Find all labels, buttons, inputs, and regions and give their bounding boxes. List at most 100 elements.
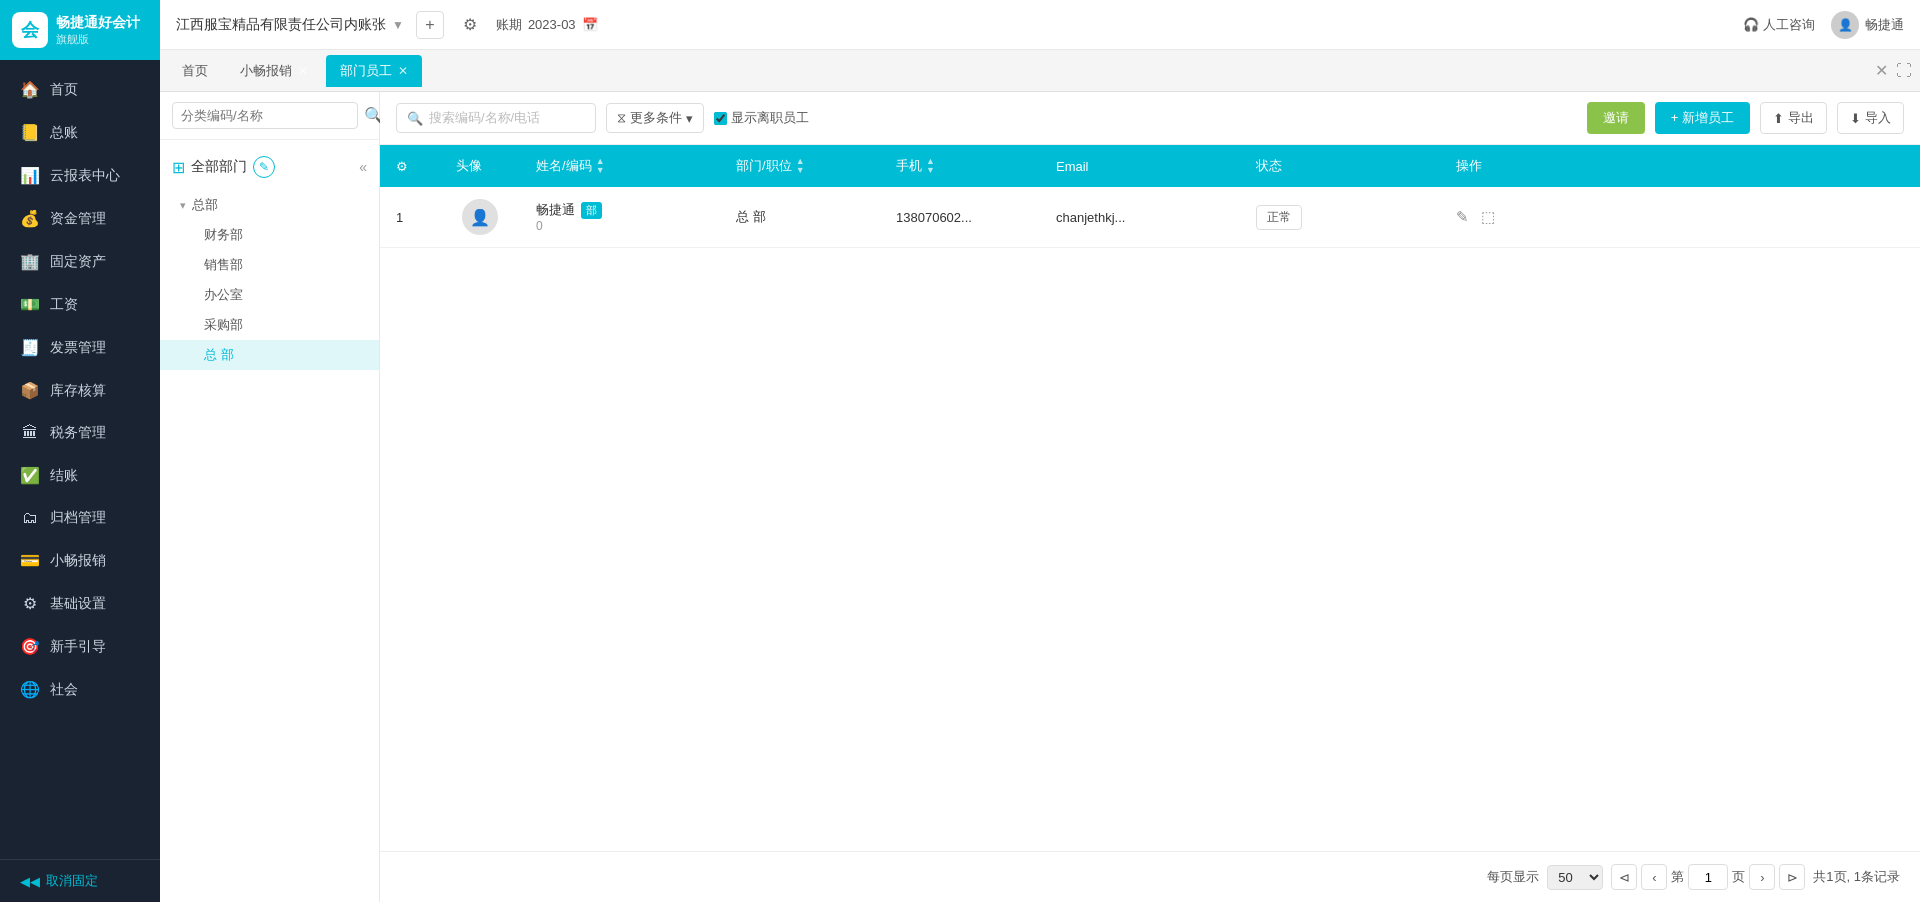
settings-gear-button[interactable]: ⚙ xyxy=(456,11,484,39)
tab-close-icon[interactable]: ✕ xyxy=(398,64,408,78)
sidebar-item-salary[interactable]: 💵 工资 xyxy=(0,283,160,326)
next-page-button[interactable]: › xyxy=(1749,864,1775,890)
dept-position: 总 部 xyxy=(736,209,766,224)
import-button[interactable]: ⬇ 导入 xyxy=(1837,102,1904,134)
dept-child-hq[interactable]: 总 部 xyxy=(160,340,379,370)
period-selector[interactable]: 账期 2023-03 📅 xyxy=(496,16,598,34)
th-name-label: 姓名/编码 xyxy=(536,157,592,175)
unpin-button[interactable]: ◀◀ 取消固定 xyxy=(0,859,160,902)
logo-icon: 会 xyxy=(12,12,48,48)
pagination-bar: 每页显示 50 10 20 100 ⊲ ‹ 第 页 › ⊳ 共1页, 1条记录 xyxy=(380,851,1920,902)
mobile-number: 138070602... xyxy=(896,210,972,225)
company-selector[interactable]: 江西服宝精品有限责任公司内账张 ▼ xyxy=(176,16,404,34)
user-menu-button[interactable]: 👤 畅捷通 xyxy=(1831,11,1904,39)
salary-icon: 💵 xyxy=(20,295,40,314)
sidebar-item-settings[interactable]: ⚙ 基础设置 xyxy=(0,582,160,625)
sidebar-item-reports[interactable]: 📊 云报表中心 xyxy=(0,154,160,197)
edit-icon[interactable]: ✎ xyxy=(1456,208,1469,226)
avatar: 👤 xyxy=(1831,11,1859,39)
th-avatar: 头像 xyxy=(440,145,520,187)
invite-button[interactable]: 邀请 xyxy=(1587,102,1645,134)
sidebar-item-inventory[interactable]: 📦 库存核算 xyxy=(0,369,160,412)
fund-icon: 💰 xyxy=(20,209,40,228)
fullscreen-icon[interactable]: ⛶ xyxy=(1896,62,1912,80)
dept-parent-hq[interactable]: 总部 xyxy=(160,190,379,220)
table-header-row: ⚙ 头像 姓名/编码 ▲▼ 部门/职位 xyxy=(380,145,1920,187)
sidebar-item-label: 小畅报销 xyxy=(50,552,106,570)
import-icon: ⬇ xyxy=(1850,111,1861,126)
headset-icon: 🎧 xyxy=(1743,17,1759,32)
th-actions: 操作 xyxy=(1440,145,1920,187)
search-placeholder-text: 搜索编码/名称/电话 xyxy=(429,109,540,127)
sidebar-item-assets[interactable]: 🏢 固定资产 xyxy=(0,240,160,283)
dept-badge: 部 xyxy=(581,202,602,219)
name-row: 畅捷通 部 xyxy=(536,201,704,219)
export-label: 导出 xyxy=(1788,109,1814,127)
dept-child-sales[interactable]: 销售部 xyxy=(160,250,379,280)
tab-expense[interactable]: 小畅报销 ✕ xyxy=(226,55,322,87)
sidebar-item-guide[interactable]: 🎯 新手引导 xyxy=(0,625,160,668)
avatar-cell: 👤 xyxy=(456,199,504,235)
user-name: 畅捷通 xyxy=(1865,16,1904,34)
sidebar-item-ledger[interactable]: 📒 总账 xyxy=(0,111,160,154)
unpin-label: 取消固定 xyxy=(46,872,98,890)
sidebar-item-social[interactable]: 🌐 社会 xyxy=(0,668,160,711)
th-email: Email xyxy=(1040,145,1240,187)
sidebar-item-home[interactable]: 🏠 首页 xyxy=(0,68,160,111)
sidebar-item-expense[interactable]: 💳 小畅报销 xyxy=(0,539,160,582)
name-code-block: 畅捷通 部 0 xyxy=(536,201,704,233)
customer-service-button[interactable]: 🎧 人工咨询 xyxy=(1743,16,1815,34)
all-dept-item[interactable]: ⊞ 全部部门 ✎ « xyxy=(160,148,379,186)
sidebar: 会 畅捷通好会计 旗舰版 🏠 首页 📒 总账 📊 云报表中心 💰 资金管理 🏢 … xyxy=(0,0,160,902)
tab-home[interactable]: 首页 xyxy=(168,55,222,87)
prev-page-button[interactable]: ‹ xyxy=(1641,864,1667,890)
dept-child-office[interactable]: 办公室 xyxy=(160,280,379,310)
add-employee-button[interactable]: + 新增员工 xyxy=(1655,102,1750,134)
more-filters-button[interactable]: ⧖ 更多条件 ▾ xyxy=(606,103,704,133)
sidebar-item-label: 结账 xyxy=(50,467,78,485)
tab-close-icon[interactable]: ✕ xyxy=(298,64,308,78)
export-button[interactable]: ⬆ 导出 xyxy=(1760,102,1827,134)
collapse-icon[interactable]: « xyxy=(359,159,367,175)
period-label: 账期 xyxy=(496,16,522,34)
tab-dept-employee[interactable]: 部门员工 ✕ xyxy=(326,55,422,87)
filter-icon: ⧖ xyxy=(617,110,626,126)
dept-child-purchase[interactable]: 采购部 xyxy=(160,310,379,340)
logout-icon[interactable]: ⬚ xyxy=(1481,208,1495,226)
employee-avatar: 👤 xyxy=(462,199,498,235)
sidebar-item-invoice[interactable]: 🧾 发票管理 xyxy=(0,326,160,369)
sidebar-item-archive[interactable]: 🗂 归档管理 xyxy=(0,497,160,539)
th-settings[interactable]: ⚙ xyxy=(380,145,440,187)
tab-side-icons: ✕ ⛶ xyxy=(1875,61,1912,80)
dept-child-finance[interactable]: 财务部 xyxy=(160,220,379,250)
sidebar-item-close[interactable]: ✅ 结账 xyxy=(0,454,160,497)
page-number-input[interactable] xyxy=(1688,864,1728,890)
sidebar-item-tax[interactable]: 🏛 税务管理 xyxy=(0,412,160,454)
page-number-label: 第 xyxy=(1671,868,1684,886)
per-page-select[interactable]: 50 10 20 100 xyxy=(1547,865,1603,890)
sidebar-item-label: 税务管理 xyxy=(50,424,106,442)
employee-table-wrapper: ⚙ 头像 姓名/编码 ▲▼ 部门/职位 xyxy=(380,145,1920,851)
first-page-button[interactable]: ⊲ xyxy=(1611,864,1637,890)
last-page-button[interactable]: ⊳ xyxy=(1779,864,1805,890)
service-label: 人工咨询 xyxy=(1763,16,1815,34)
left-panel: 🔍 ⊞ 全部部门 ✎ « 总部 财务部 销售部 xyxy=(160,92,380,902)
add-tab-button[interactable]: + xyxy=(416,11,444,39)
cell-status: 正常 xyxy=(1240,187,1440,248)
th-dept-pos[interactable]: 部门/职位 ▲▼ xyxy=(720,145,880,187)
th-actions-label: 操作 xyxy=(1456,158,1482,173)
sidebar-item-label: 归档管理 xyxy=(50,509,106,527)
dept-edit-button[interactable]: ✎ xyxy=(253,156,275,178)
th-status-label: 状态 xyxy=(1256,158,1282,173)
th-name-code[interactable]: 姓名/编码 ▲▼ xyxy=(520,145,720,187)
child-label: 销售部 xyxy=(204,257,243,272)
th-mobile[interactable]: 手机 ▲▼ xyxy=(880,145,1040,187)
employee-search-area[interactable]: 🔍 搜索编码/名称/电话 xyxy=(396,103,596,133)
sidebar-item-funds[interactable]: 💰 资金管理 xyxy=(0,197,160,240)
show-resigned-checkbox[interactable] xyxy=(714,112,727,125)
dept-group-main: 总部 财务部 销售部 办公室 采购部 总 部 xyxy=(160,186,379,374)
dept-search-input[interactable] xyxy=(172,102,358,129)
page-summary: 共1页, 1条记录 xyxy=(1813,868,1900,886)
close-icon[interactable]: ✕ xyxy=(1875,61,1888,80)
employee-code: 0 xyxy=(536,219,704,233)
